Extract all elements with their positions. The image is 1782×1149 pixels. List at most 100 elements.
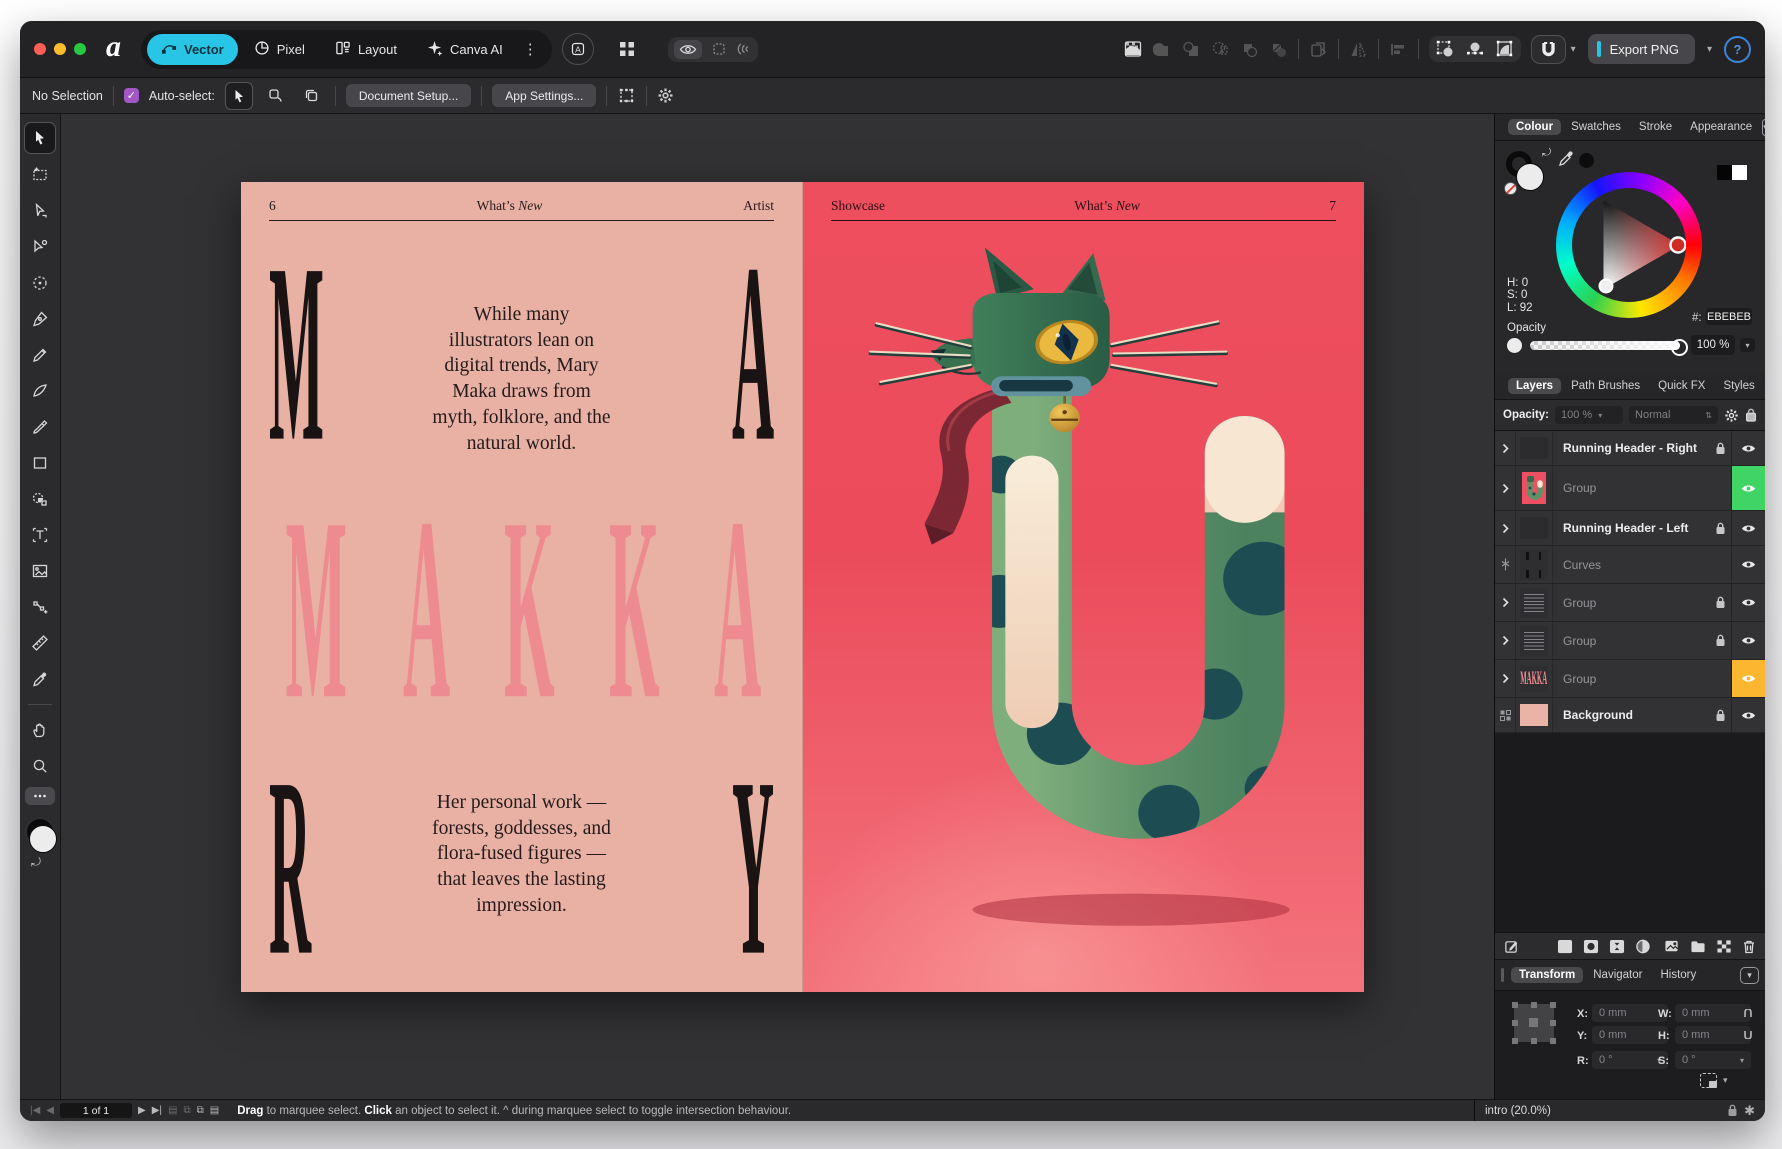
- layer-row[interactable]: Running Header - Left: [1495, 511, 1765, 546]
- layers-opacity-dropdown[interactable]: 100 % ▾: [1555, 406, 1624, 424]
- outline-view-icon[interactable]: [712, 42, 726, 56]
- layer-expand-icon[interactable]: [1495, 622, 1516, 659]
- preview-mode-icon[interactable]: [673, 39, 702, 59]
- invert-layer-icon[interactable]: [1635, 939, 1651, 954]
- persona-overflow-menu-icon[interactable]: ⋮: [519, 40, 546, 58]
- fill-colour-well[interactable]: [29, 825, 57, 853]
- opacity-value-field[interactable]: 100 %: [1691, 335, 1735, 355]
- h-input[interactable]: 0 mm: [1675, 1026, 1751, 1044]
- layer-name[interactable]: Running Header - Right: [1553, 431, 1709, 465]
- no-colour-well[interactable]: [1504, 182, 1517, 195]
- eye-toggle[interactable]: [1731, 546, 1765, 583]
- artboard-tool[interactable]: [25, 160, 55, 190]
- layer-expand-icon[interactable]: [1495, 511, 1516, 545]
- adjustment-layer-icon[interactable]: [1609, 939, 1625, 954]
- duplicate-icon[interactable]: [1309, 40, 1328, 59]
- measure-tool[interactable]: [25, 628, 55, 658]
- marquee-settings-icon[interactable]: [617, 86, 636, 105]
- cat-illustration[interactable]: [855, 240, 1305, 940]
- anchor-point-selector[interactable]: [1512, 1002, 1556, 1044]
- layer-thumbnail[interactable]: [1516, 466, 1553, 510]
- mask-layer-icon[interactable]: [1583, 939, 1599, 954]
- layer-row[interactable]: Group: [1495, 466, 1765, 511]
- layer-thumbnail[interactable]: [1516, 584, 1553, 621]
- boolean-divide-icon[interactable]: [1269, 40, 1288, 59]
- document-setup-button[interactable]: Document Setup...: [345, 84, 472, 107]
- previous-page-icon[interactable]: ◀: [46, 1105, 54, 1116]
- spread-view-icon[interactable]: ⧉: [183, 1105, 190, 1116]
- pen-tool[interactable]: [25, 304, 55, 334]
- tab-vector[interactable]: Vector: [147, 33, 238, 65]
- layer-thumbnail[interactable]: [1516, 431, 1553, 465]
- colour-wheel[interactable]: [1556, 172, 1702, 318]
- white-swatch[interactable]: [1732, 165, 1747, 180]
- autoselect-object-mode-icon[interactable]: [263, 83, 289, 109]
- tab-swatches[interactable]: Swatches: [1563, 119, 1629, 135]
- black-swatch[interactable]: [1717, 165, 1732, 180]
- hex-input[interactable]: EBEBEB: [1706, 308, 1752, 325]
- layer-name[interactable]: Running Header - Left: [1553, 511, 1709, 545]
- colour-panel-menu-icon[interactable]: ▾: [1762, 118, 1765, 136]
- add-image-layer-icon[interactable]: [1664, 939, 1680, 954]
- page-left[interactable]: 6 What’s New Artist M A R Y M A K K A Wh…: [241, 182, 803, 992]
- alignment-icon[interactable]: [1389, 40, 1408, 59]
- contour-tool[interactable]: [25, 232, 55, 262]
- opacity-swatch[interactable]: [1507, 338, 1522, 353]
- tab-path-brushes[interactable]: Path Brushes: [1563, 378, 1648, 394]
- tab-history[interactable]: History: [1652, 967, 1704, 983]
- layer-row[interactable]: Curves: [1495, 546, 1765, 584]
- opacity-slider-knob[interactable]: [1671, 339, 1688, 356]
- swap-colours-icon[interactable]: ⤾: [31, 855, 41, 870]
- layer-thumbnail[interactable]: [1516, 622, 1553, 659]
- colour-picker-dropper-icon[interactable]: [1557, 149, 1576, 168]
- rotation-input[interactable]: 0 ° ▾: [1592, 1051, 1668, 1069]
- eye-toggle[interactable]: [1731, 698, 1765, 732]
- layer-name[interactable]: Group: [1553, 660, 1709, 697]
- layer-thumbnail[interactable]: [1516, 511, 1553, 545]
- opacity-dropdown-icon[interactable]: ▾: [1740, 338, 1755, 352]
- layer-expand-icon[interactable]: [1495, 584, 1516, 621]
- lock-icon[interactable]: [1709, 622, 1731, 659]
- tab-canva-ai[interactable]: Canva AI: [413, 34, 517, 65]
- lock-icon[interactable]: [1709, 660, 1731, 697]
- autoselect-checkbox[interactable]: ✓: [123, 88, 139, 103]
- delete-layer-icon[interactable]: [1742, 939, 1756, 954]
- x-input[interactable]: 0 mm: [1592, 1004, 1668, 1022]
- layer-row[interactable]: Group: [1495, 622, 1765, 660]
- shape-builder-tool[interactable]: [25, 484, 55, 514]
- canvas[interactable]: 6 What’s New Artist M A R Y M A K K A Wh…: [61, 114, 1494, 1099]
- export-options-dropdown-icon[interactable]: ▾: [1707, 44, 1712, 55]
- zoom-window-button[interactable]: [74, 43, 86, 55]
- layer-row[interactable]: Group: [1495, 584, 1765, 622]
- tab-styles[interactable]: Styles: [1715, 378, 1762, 394]
- frame-text-tool[interactable]: [25, 520, 55, 550]
- layer-fx-icon[interactable]: fx: [1557, 939, 1573, 954]
- w-input[interactable]: 0 mm: [1675, 1004, 1751, 1022]
- point-transform-tool[interactable]: [25, 592, 55, 622]
- split-view-icon[interactable]: [736, 42, 752, 56]
- layer-thumbnail[interactable]: [1516, 698, 1553, 732]
- panel-grip[interactable]: [1501, 968, 1504, 982]
- layer-name[interactable]: Background: [1553, 698, 1709, 732]
- tab-colour[interactable]: Colour: [1508, 119, 1562, 135]
- place-image-tool[interactable]: [25, 556, 55, 586]
- paint-brush-tool[interactable]: [25, 412, 55, 442]
- pages-stack-icon[interactable]: ▤: [168, 1105, 177, 1116]
- layer-thumbnail[interactable]: MAKKA: [1516, 660, 1553, 697]
- add-pixel-layer-icon[interactable]: [1716, 939, 1732, 954]
- opacity-slider[interactable]: [1530, 341, 1680, 350]
- page-right[interactable]: Showcase What’s New 7: [803, 182, 1364, 992]
- first-page-icon[interactable]: |◀: [30, 1105, 40, 1116]
- layer-row[interactable]: MAKKA Group: [1495, 660, 1765, 698]
- y-input[interactable]: 0 mm: [1592, 1026, 1668, 1044]
- cycle-selection-box-icon[interactable]: [1495, 39, 1515, 59]
- export-png-button[interactable]: Export PNG: [1587, 34, 1695, 64]
- node-tool[interactable]: [25, 196, 55, 226]
- lock-icon[interactable]: [1709, 431, 1731, 465]
- more-tool[interactable]: [25, 787, 55, 805]
- eye-toggle[interactable]: [1731, 660, 1765, 697]
- edit-layer-icon[interactable]: [1504, 939, 1519, 954]
- snapping-dropdown-icon[interactable]: ▾: [1571, 44, 1576, 55]
- studio-grid-icon[interactable]: [618, 40, 636, 58]
- tab-stroke[interactable]: Stroke: [1631, 119, 1680, 135]
